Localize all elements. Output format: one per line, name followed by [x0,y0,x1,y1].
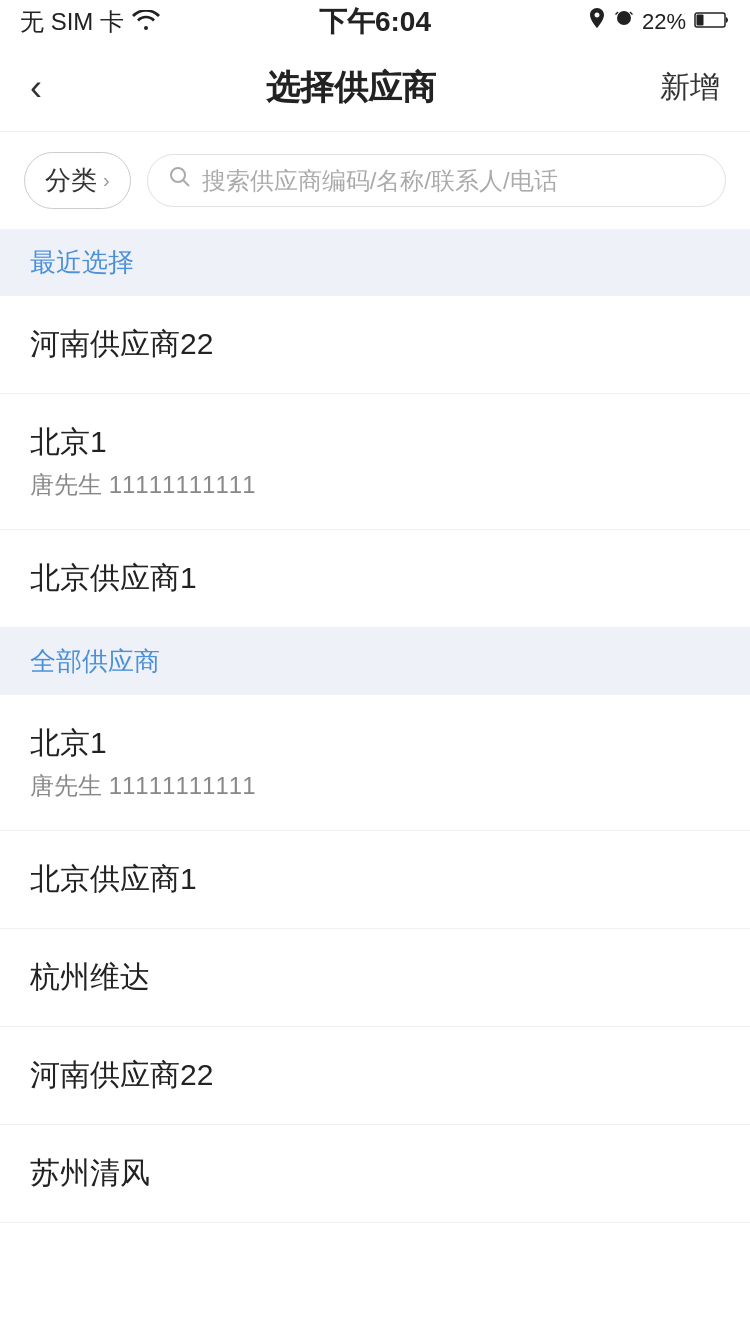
item-name: 苏州清风 [30,1153,720,1194]
svg-point-2 [171,168,185,182]
item-sub: 唐先生 11111111111 [30,770,720,802]
add-button[interactable]: 新增 [660,67,720,108]
list-item[interactable]: 杭州维达 [0,929,750,1027]
recent-section-label: 最近选择 [30,247,134,277]
all-list: 北京1 唐先生 11111111111 北京供应商1 杭州维达河南供应商22 苏州清风 [0,695,750,1223]
category-button[interactable]: 分类 › [24,152,131,209]
status-bar: 无 SIM 卡 下午6:04 22% [0,0,750,44]
item-name: 北京供应商1 [30,558,720,599]
list-item[interactable]: 苏州清风 [0,1125,750,1223]
status-right: 22% [588,8,730,36]
item-name: 杭州维达 [30,957,720,998]
recent-list: 河南供应商22 北京1 唐先生 11111111111 北京供应商1 [0,296,750,628]
item-name: 北京供应商1 [30,859,720,900]
item-name: 河南供应商22 [30,1055,720,1096]
back-button[interactable]: ‹ [30,67,42,109]
list-item[interactable]: 河南供应商22 [0,1027,750,1125]
chevron-right-icon: › [103,169,110,192]
list-item[interactable]: 河南供应商22 [0,296,750,394]
list-item[interactable]: 北京供应商1 [0,831,750,929]
alarm-icon [614,9,634,35]
item-name: 北京1 [30,723,720,764]
status-time: 下午6:04 [319,3,431,41]
list-item[interactable]: 北京1 唐先生 11111111111 [0,695,750,831]
carrier-label: 无 SIM 卡 [20,6,124,38]
all-section-header: 全部供应商 [0,628,750,695]
category-label: 分类 [45,163,97,198]
nav-bar: ‹ 选择供应商 新增 [0,44,750,132]
battery-icon [694,9,730,35]
list-item[interactable]: 北京供应商1 [0,530,750,628]
wifi-icon [132,8,160,36]
search-icon [168,165,192,196]
recent-section-header: 最近选择 [0,229,750,296]
item-name: 河南供应商22 [30,324,720,365]
battery-label: 22% [642,9,686,35]
svg-rect-1 [697,15,704,26]
item-sub: 唐先生 11111111111 [30,469,720,501]
search-box [147,154,726,207]
all-section-label: 全部供应商 [30,646,160,676]
page-title: 选择供应商 [266,65,436,111]
item-name: 北京1 [30,422,720,463]
status-left: 无 SIM 卡 [20,6,160,38]
list-item[interactable]: 北京1 唐先生 11111111111 [0,394,750,530]
filter-bar: 分类 › [0,132,750,229]
search-input[interactable] [202,167,705,195]
svg-line-3 [183,181,189,187]
location-icon [588,8,606,36]
